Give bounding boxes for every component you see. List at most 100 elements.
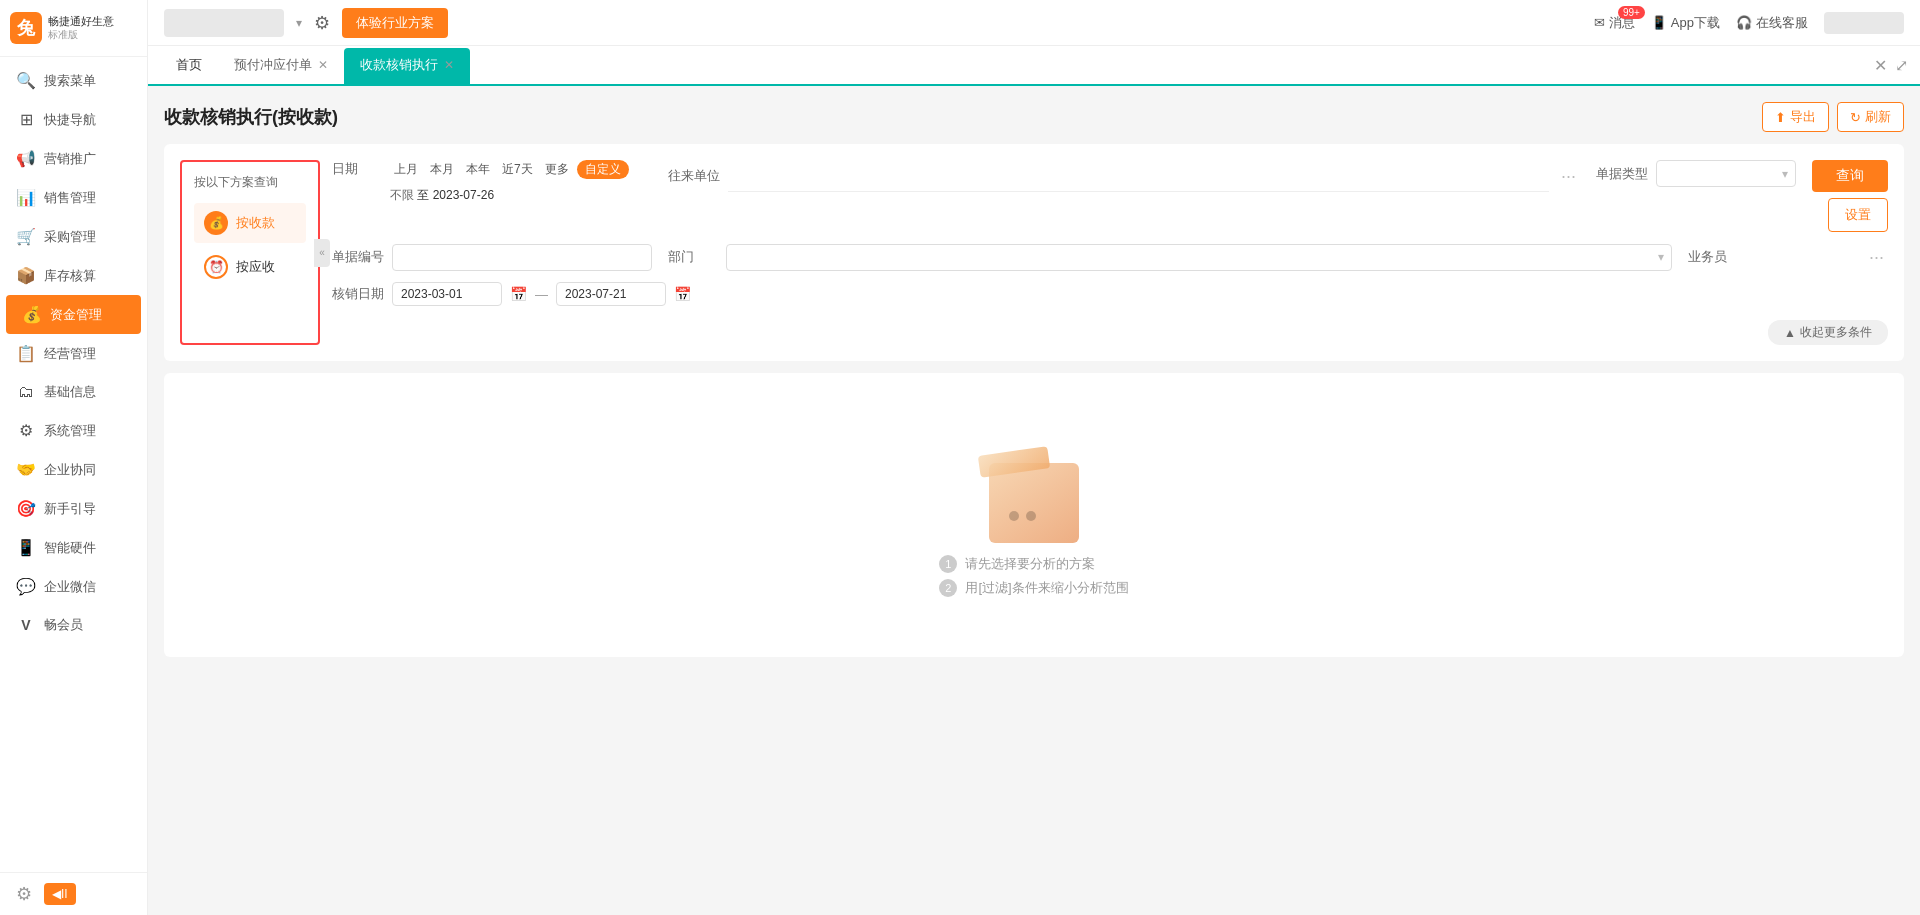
dept-select[interactable]: [726, 244, 1672, 271]
staff-more-icon[interactable]: ···: [1865, 247, 1888, 268]
partner-input-area: [728, 160, 1549, 192]
collapse-up-icon: ▲: [1784, 326, 1796, 340]
member-icon: V: [16, 617, 36, 633]
header-gear-icon[interactable]: ⚙: [314, 12, 330, 34]
refresh-button[interactable]: ↻ 刷新: [1837, 102, 1904, 132]
sidebar-item-basic-info[interactable]: 🗂 基础信息: [0, 373, 147, 411]
date-no-limit: 不限 至 2023-07-26: [390, 187, 494, 204]
app-name: 畅捷通好生意: [48, 14, 114, 28]
basic-info-icon: 🗂: [16, 383, 36, 401]
filter-row-2: 单据编号 部门 业务员 ···: [332, 242, 1888, 272]
purchase-icon: 🛒: [16, 227, 36, 246]
operations-icon: 📋: [16, 344, 36, 363]
message-button[interactable]: ✉ 消息 99+: [1594, 14, 1635, 32]
verify-date-start-input[interactable]: [392, 282, 502, 306]
hardware-icon: 📱: [16, 538, 36, 557]
date-filter: 日期 上月 本月 本年 近7天 更多 自定义 不限 至 2023-07-26: [332, 160, 652, 204]
sidebar-item-member[interactable]: V 畅会员: [0, 606, 147, 644]
date-label: 日期: [332, 160, 382, 178]
sidebar-item-quick-nav[interactable]: ⊞ 快捷导航: [0, 100, 147, 139]
partner-more-icon[interactable]: ···: [1557, 166, 1580, 187]
tab-close-all-icon[interactable]: ✕: [1874, 56, 1887, 75]
date-shortcut-this-month[interactable]: 本月: [426, 160, 458, 179]
date-shortcut-this-year[interactable]: 本年: [462, 160, 494, 179]
page-title: 收款核销执行(按收款): [164, 105, 338, 129]
sidebar-item-inventory[interactable]: 📦 库存核算: [0, 256, 147, 295]
sidebar-item-cooperation[interactable]: 🤝 企业协同: [0, 450, 147, 489]
export-button[interactable]: ⬆ 导出: [1762, 102, 1829, 132]
trial-button[interactable]: 体验行业方案: [342, 8, 448, 38]
page-title-bar: 收款核销执行(按收款) ⬆ 导出 ↻ 刷新: [164, 102, 1904, 132]
date-shortcut-7days[interactable]: 近7天: [498, 160, 537, 179]
sidebar-item-finance[interactable]: 💰 资金管理: [6, 295, 141, 334]
voucher-no-input[interactable]: [392, 244, 652, 271]
filter-settings-button[interactable]: 设置: [1828, 198, 1888, 232]
date-shortcut-more[interactable]: 更多: [541, 160, 573, 179]
partner-label: 往来单位: [668, 167, 720, 185]
sidebar-settings-icon[interactable]: ⚙: [16, 883, 32, 905]
sidebar-item-purchase[interactable]: 🛒 采购管理: [0, 217, 147, 256]
sidebar-item-weixin[interactable]: 💬 企业微信: [0, 567, 147, 606]
query-type-panel: 按以下方案查询 💰 按收款 ⏰ 按应收 «: [180, 160, 320, 345]
sidebar-item-system[interactable]: ⚙ 系统管理: [0, 411, 147, 450]
tab-receipt-verify-close[interactable]: ✕: [444, 58, 454, 72]
query-type-by-receipt[interactable]: 💰 按收款: [194, 203, 306, 243]
weixin-icon: 💬: [16, 577, 36, 596]
sidebar-item-sales[interactable]: 📊 销售管理: [0, 178, 147, 217]
tab-receipt-verify-label: 收款核销执行: [360, 56, 438, 74]
online-service-button[interactable]: 🎧 在线客服: [1736, 14, 1808, 32]
tab-prepay-close[interactable]: ✕: [318, 58, 328, 72]
sidebar-item-operations[interactable]: 📋 经营管理: [0, 334, 147, 373]
sidebar-item-guide[interactable]: 🎯 新手引导: [0, 489, 147, 528]
filter-row-3: 核销日期 📅 — 📅: [332, 282, 1888, 306]
user-avatar[interactable]: [1824, 12, 1904, 34]
empty-hint-1: 1 请先选择要分析的方案: [939, 555, 1128, 573]
bill-type-label: 单据类型: [1596, 165, 1648, 183]
export-icon: ⬆: [1775, 110, 1786, 125]
query-action-buttons: 查询 设置: [1812, 160, 1888, 232]
sidebar-collapse-button[interactable]: ◀II: [44, 883, 76, 905]
date-shortcut-last-month[interactable]: 上月: [390, 160, 422, 179]
tab-home[interactable]: 首页: [160, 48, 218, 84]
quick-nav-icon: ⊞: [16, 110, 36, 129]
tab-expand-icon[interactable]: ⤢: [1895, 56, 1908, 75]
verify-date-start-calendar-icon[interactable]: 📅: [510, 286, 527, 302]
by-receipt-icon: 💰: [204, 211, 228, 235]
partner-filter: 往来单位 ···: [668, 160, 1580, 192]
sidebar-item-label: 企业协同: [44, 461, 96, 479]
verify-date-end-input[interactable]: [556, 282, 666, 306]
bill-type-select[interactable]: [1656, 160, 1796, 187]
tab-prepay[interactable]: 预付冲应付单 ✕: [218, 48, 344, 84]
verify-date-end-calendar-icon[interactable]: 📅: [674, 286, 691, 302]
sidebar-item-label: 畅会员: [44, 616, 83, 634]
voucher-no-filter: 单据编号: [332, 244, 652, 271]
sidebar-item-marketing[interactable]: 📢 营销推广: [0, 139, 147, 178]
top-header: ▾ ⚙ 体验行业方案 ✉ 消息 99+ 📱 App下载 🎧 在线客服: [148, 0, 1920, 46]
query-type-by-receivable[interactable]: ⏰ 按应收: [194, 247, 306, 287]
sidebar-item-label: 库存核算: [44, 267, 96, 285]
app-subtitle: 标准版: [48, 28, 114, 42]
date-shortcut-custom[interactable]: 自定义: [577, 160, 629, 179]
page-content: 收款核销执行(按收款) ⬆ 导出 ↻ 刷新 按以下方案查询 💰 按收款: [148, 86, 1920, 915]
collapse-conditions-area: ▲ 收起更多条件: [332, 320, 1888, 345]
sidebar-item-search-menu[interactable]: 🔍 搜索菜单: [0, 61, 147, 100]
tab-receipt-verify[interactable]: 收款核销执行 ✕: [344, 48, 470, 84]
app-download-button[interactable]: 📱 App下载: [1651, 14, 1720, 32]
empty-hint-2: 2 用[过滤]条件来缩小分析范围: [939, 579, 1128, 597]
header-chevron-icon[interactable]: ▾: [296, 16, 302, 30]
dept-select-wrapper: [726, 244, 1672, 271]
search-menu-icon: 🔍: [16, 71, 36, 90]
hint-num-2: 2: [939, 579, 957, 597]
collapse-conditions-button[interactable]: ▲ 收起更多条件: [1768, 320, 1888, 345]
sidebar-bottom: ⚙ ◀II: [0, 872, 147, 915]
sales-icon: 📊: [16, 188, 36, 207]
collapse-query-panel-button[interactable]: «: [314, 239, 330, 267]
sidebar-item-label: 资金管理: [50, 306, 102, 324]
sidebar-item-hardware[interactable]: 📱 智能硬件: [0, 528, 147, 567]
main-area: ▾ ⚙ 体验行业方案 ✉ 消息 99+ 📱 App下载 🎧 在线客服 首页: [148, 0, 1920, 915]
filter-area: 按以下方案查询 💰 按收款 ⏰ 按应收 « 日期: [164, 144, 1904, 361]
sidebar-item-label: 采购管理: [44, 228, 96, 246]
query-button[interactable]: 查询: [1812, 160, 1888, 192]
dept-filter: 部门: [668, 244, 1672, 271]
sidebar-item-label: 营销推广: [44, 150, 96, 168]
